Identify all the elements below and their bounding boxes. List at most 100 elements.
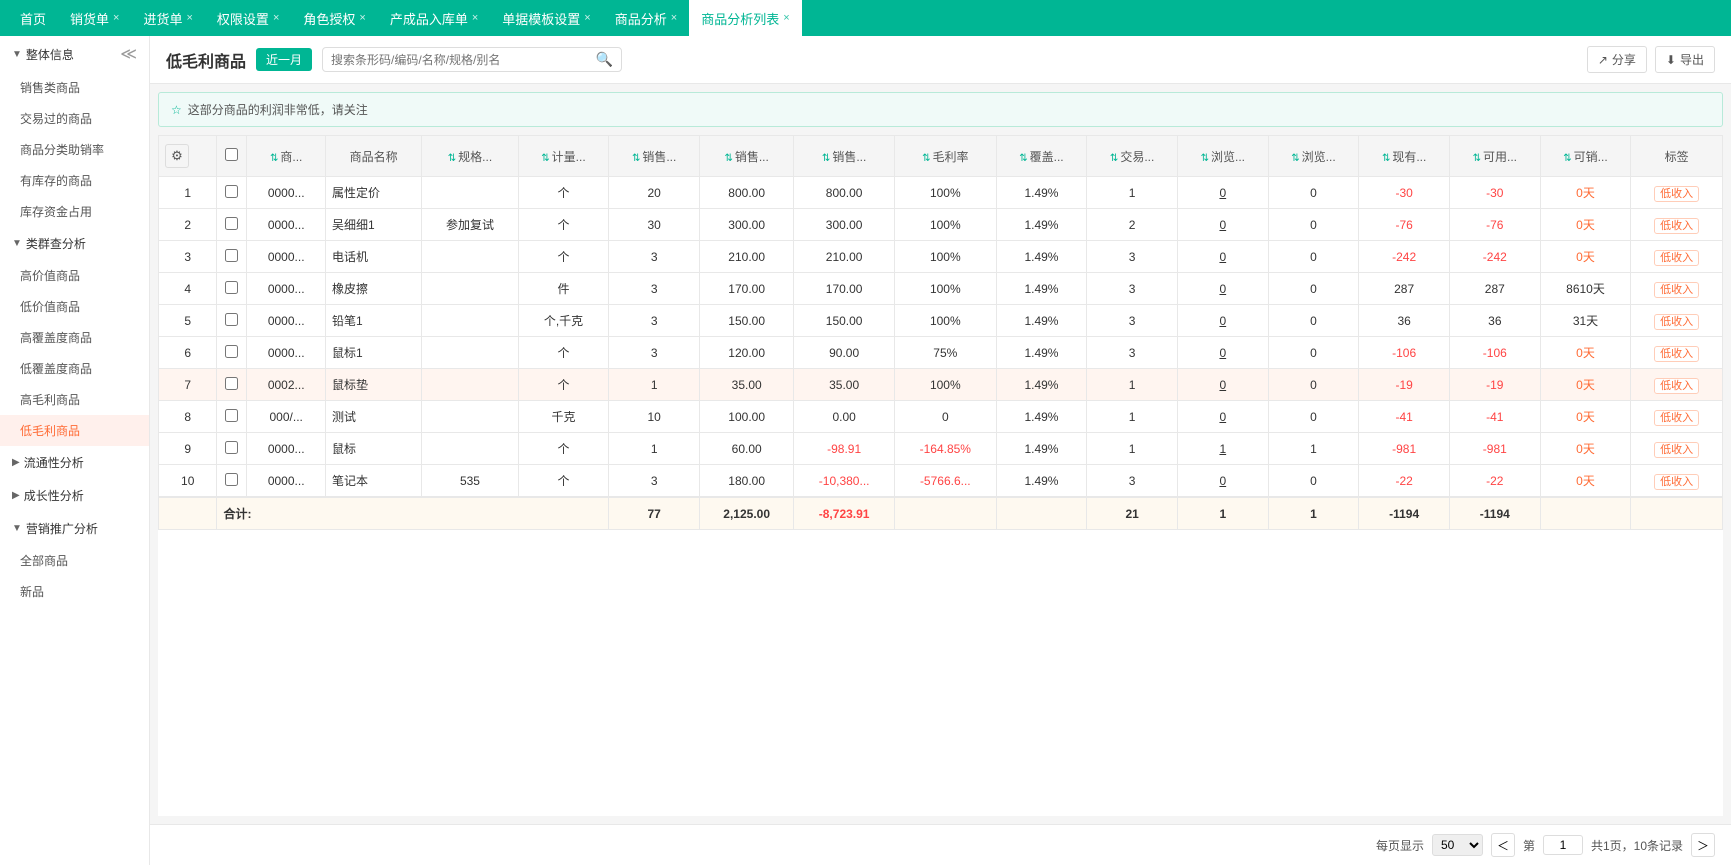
row-checkbox[interactable] [225, 249, 238, 262]
page-number-input[interactable] [1543, 835, 1583, 855]
sidebar-item-new-goods[interactable]: 新品 [0, 576, 149, 607]
row-browse1[interactable]: 0 [1177, 241, 1268, 273]
close-icon[interactable]: × [273, 12, 279, 24]
sidebar-group-overview[interactable]: ▼ 整体信息 ≪ [0, 36, 149, 72]
sidebar-item-low-value[interactable]: 低价值商品 [0, 291, 149, 322]
sidebar-group-cluster[interactable]: ▼ 类群查分析 [0, 227, 149, 260]
col-sales2[interactable]: ⇅销售... [700, 136, 794, 177]
sidebar-item-category-rate[interactable]: 商品分类助销率 [0, 134, 149, 165]
row-browse1[interactable]: 0 [1177, 337, 1268, 369]
nav-purchase[interactable]: 进货单 × [131, 0, 204, 36]
sidebar-item-sales-goods[interactable]: 销售类商品 [0, 72, 149, 103]
nav-permission[interactable]: 权限设置 × [205, 0, 291, 36]
row-checkbox-cell[interactable] [217, 401, 247, 433]
row-checkbox[interactable] [225, 185, 238, 198]
col-current[interactable]: ⇅现有... [1359, 136, 1450, 177]
col-browse2[interactable]: ⇅浏览... [1268, 136, 1359, 177]
nav-product-stock[interactable]: 产成品入库单 × [378, 0, 490, 36]
row-checkbox[interactable] [225, 377, 238, 390]
nav-role[interactable]: 角色授权 × [291, 0, 377, 36]
row-name[interactable]: 铅笔1 [325, 305, 421, 337]
row-name[interactable]: 电话机 [325, 241, 421, 273]
row-checkbox[interactable] [225, 441, 238, 454]
col-code[interactable]: ⇅商... [247, 136, 326, 177]
row-checkbox-cell[interactable] [217, 305, 247, 337]
row-checkbox-cell[interactable] [217, 433, 247, 465]
col-name[interactable]: 商品名称 [325, 136, 421, 177]
collapse-icon[interactable]: ≪ [120, 44, 137, 64]
close-icon[interactable]: × [584, 12, 590, 24]
row-browse1[interactable]: 0 [1177, 465, 1268, 498]
select-all-checkbox[interactable] [225, 148, 238, 161]
row-checkbox-cell[interactable] [217, 177, 247, 209]
col-settings[interactable]: ⚙ [159, 136, 217, 177]
search-icon[interactable]: 🔍 [596, 51, 613, 68]
row-browse1[interactable]: 1 [1177, 433, 1268, 465]
row-browse1[interactable]: 0 [1177, 401, 1268, 433]
col-coverage[interactable]: ⇅覆盖... [996, 136, 1087, 177]
nav-product-analysis[interactable]: 商品分析 × [603, 0, 689, 36]
col-transaction[interactable]: ⇅交易... [1087, 136, 1178, 177]
row-name[interactable]: 属性定价 [325, 177, 421, 209]
col-sales3[interactable]: ⇅销售... [794, 136, 895, 177]
row-checkbox-cell[interactable] [217, 209, 247, 241]
close-icon[interactable]: × [671, 12, 677, 24]
row-name[interactable]: 鼠标 [325, 433, 421, 465]
sidebar-item-low-coverage[interactable]: 低覆盖度商品 [0, 353, 149, 384]
sidebar-group-marketing[interactable]: ▼ 营销推广分析 [0, 512, 149, 545]
share-button[interactable]: ↗ 分享 [1587, 46, 1647, 73]
col-saleable[interactable]: ⇅可销... [1540, 136, 1631, 177]
nav-home[interactable]: 首页 [8, 0, 58, 36]
close-icon[interactable]: × [783, 12, 789, 24]
row-checkbox-cell[interactable] [217, 337, 247, 369]
col-spec[interactable]: ⇅规格... [422, 136, 518, 177]
sidebar-item-high-value[interactable]: 高价值商品 [0, 260, 149, 291]
row-name[interactable]: 鼠标1 [325, 337, 421, 369]
row-name[interactable]: 吴细细1 [325, 209, 421, 241]
close-icon[interactable]: × [359, 12, 365, 24]
close-icon[interactable]: × [186, 12, 192, 24]
close-icon[interactable]: × [113, 12, 119, 24]
sidebar-item-capital[interactable]: 库存资金占用 [0, 196, 149, 227]
row-browse1[interactable]: 0 [1177, 305, 1268, 337]
nav-sales[interactable]: 销货单 × [58, 0, 131, 36]
row-checkbox[interactable] [225, 473, 238, 486]
sidebar-item-in-stock[interactable]: 有库存的商品 [0, 165, 149, 196]
export-button[interactable]: ⬇ 导出 [1655, 46, 1715, 73]
col-sales1[interactable]: ⇅销售... [609, 136, 700, 177]
sidebar-item-all-goods[interactable]: 全部商品 [0, 545, 149, 576]
sidebar-item-high-margin[interactable]: 高毛利商品 [0, 384, 149, 415]
row-browse1[interactable]: 0 [1177, 369, 1268, 401]
prev-page-button[interactable]: ＜ [1491, 833, 1515, 857]
row-checkbox[interactable] [225, 281, 238, 294]
sidebar-item-high-coverage[interactable]: 高覆盖度商品 [0, 322, 149, 353]
row-checkbox-cell[interactable] [217, 273, 247, 305]
sidebar-group-circulation[interactable]: ▶ 流通性分析 [0, 446, 149, 479]
row-name[interactable]: 橡皮擦 [325, 273, 421, 305]
row-checkbox[interactable] [225, 409, 238, 422]
row-browse1[interactable]: 0 [1177, 209, 1268, 241]
row-checkbox-cell[interactable] [217, 241, 247, 273]
row-browse1[interactable]: 0 [1177, 273, 1268, 305]
row-browse1[interactable]: 0 [1177, 177, 1268, 209]
time-filter-button[interactable]: 近一月 [256, 48, 312, 71]
col-gross[interactable]: ⇅毛利率 [894, 136, 996, 177]
row-checkbox[interactable] [225, 217, 238, 230]
col-available[interactable]: ⇅可用... [1449, 136, 1540, 177]
close-icon[interactable]: × [472, 12, 478, 24]
col-unit[interactable]: ⇅计量... [518, 136, 609, 177]
column-settings-icon[interactable]: ⚙ [165, 144, 189, 168]
sidebar-item-low-margin[interactable]: 低毛利商品 [0, 415, 149, 446]
nav-product-analysis-list[interactable]: 商品分析列表 × [689, 0, 801, 36]
row-name[interactable]: 测试 [325, 401, 421, 433]
row-checkbox-cell[interactable] [217, 465, 247, 498]
next-page-button[interactable]: ＞ [1691, 833, 1715, 857]
row-checkbox-cell[interactable] [217, 369, 247, 401]
row-name[interactable]: 笔记本 [325, 465, 421, 498]
sidebar-group-growth[interactable]: ▶ 成长性分析 [0, 479, 149, 512]
row-checkbox[interactable] [225, 313, 238, 326]
nav-template[interactable]: 单据模板设置 × [490, 0, 602, 36]
search-input[interactable] [331, 53, 596, 67]
col-browse1[interactable]: ⇅浏览... [1177, 136, 1268, 177]
row-name[interactable]: 鼠标垫 [325, 369, 421, 401]
